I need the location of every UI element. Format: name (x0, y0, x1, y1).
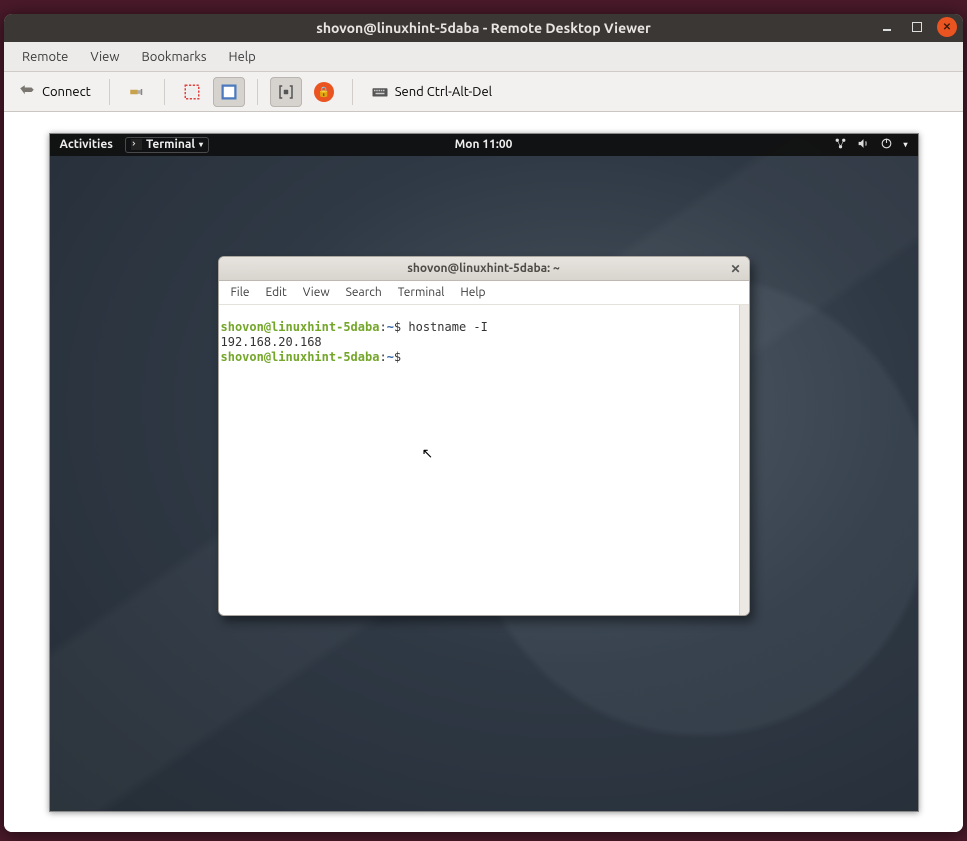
disconnect-button[interactable] (122, 77, 152, 107)
term-menu-terminal[interactable]: Terminal (390, 283, 453, 302)
terminal-icon (131, 139, 142, 150)
close-button[interactable] (937, 17, 957, 37)
term-menu-view[interactable]: View (295, 283, 338, 302)
menu-view[interactable]: View (80, 46, 129, 68)
toolbar: Connect Send Ctrl-Alt-Del (4, 72, 963, 112)
terminal-title: shovon@linuxhint-5daba: ~ (219, 262, 749, 275)
maximize-button[interactable] (907, 17, 927, 37)
volume-icon[interactable] (857, 137, 870, 153)
plug-icon (128, 83, 146, 101)
menu-help[interactable]: Help (219, 46, 266, 68)
connect-label: Connect (42, 85, 91, 99)
window-title: shovon@linuxhint-5daba - Remote Desktop … (4, 20, 963, 36)
menu-remote[interactable]: Remote (12, 46, 78, 68)
connect-icon (18, 83, 36, 101)
term-menu-search[interactable]: Search (338, 283, 390, 302)
viewport: Activities Terminal ▾ Mon 11:00 (4, 112, 963, 832)
bracket-icon (277, 83, 295, 101)
keyboard-icon (371, 83, 389, 101)
keyboard-grab-button[interactable] (270, 77, 302, 107)
network-icon[interactable] (834, 137, 847, 153)
chevron-down-icon: ▾ (199, 140, 203, 149)
chevron-down-icon[interactable]: ▾ (903, 140, 907, 149)
separator (352, 79, 353, 105)
fullscreen-icon (183, 83, 201, 101)
gnome-topbar[interactable]: Activities Terminal ▾ Mon 11:00 (50, 134, 918, 156)
scaling-button[interactable] (213, 77, 245, 107)
fullscreen-button[interactable] (177, 77, 207, 107)
terminal-line: shovon@linuxhint-5daba:~$ hostname -I (221, 320, 488, 334)
send-cad-label: Send Ctrl-Alt-Del (395, 85, 492, 99)
term-menu-edit[interactable]: Edit (258, 283, 295, 302)
app-window: shovon@linuxhint-5daba - Remote Desktop … (4, 14, 963, 832)
remote-desktop[interactable]: Activities Terminal ▾ Mon 11:00 (49, 133, 919, 812)
activities-button[interactable]: Activities (60, 138, 113, 151)
send-cad-button[interactable]: Send Ctrl-Alt-Del (365, 77, 498, 107)
lock-icon (314, 82, 334, 102)
separator (257, 79, 258, 105)
terminal-close-button[interactable]: ✕ (727, 260, 745, 278)
term-menu-help[interactable]: Help (452, 283, 493, 302)
menubar: Remote View Bookmarks Help (4, 42, 963, 72)
window-controls (877, 17, 957, 37)
app-menu-label: Terminal (146, 138, 195, 151)
term-menu-file[interactable]: File (223, 283, 258, 302)
connect-button[interactable]: Connect (12, 77, 97, 107)
terminal-body[interactable]: shovon@linuxhint-5daba:~$ hostname -I 19… (219, 305, 749, 615)
terminal-window[interactable]: shovon@linuxhint-5daba: ~ ✕ File Edit Vi… (218, 256, 750, 616)
power-icon[interactable] (880, 137, 893, 153)
fit-icon (220, 83, 238, 101)
terminal-titlebar[interactable]: shovon@linuxhint-5daba: ~ ✕ (219, 257, 749, 281)
separator (109, 79, 110, 105)
separator (164, 79, 165, 105)
menu-bookmarks[interactable]: Bookmarks (131, 46, 216, 68)
terminal-line: shovon@linuxhint-5daba:~$ (221, 350, 409, 364)
scrollbar[interactable] (739, 305, 749, 615)
terminal-line: 192.168.20.168 (221, 335, 322, 349)
terminal-menubar: File Edit View Search Terminal Help (219, 281, 749, 305)
titlebar[interactable]: shovon@linuxhint-5daba - Remote Desktop … (4, 14, 963, 42)
app-menu[interactable]: Terminal ▾ (125, 137, 209, 153)
minimize-button[interactable] (877, 17, 897, 37)
readonly-button[interactable] (308, 77, 340, 107)
